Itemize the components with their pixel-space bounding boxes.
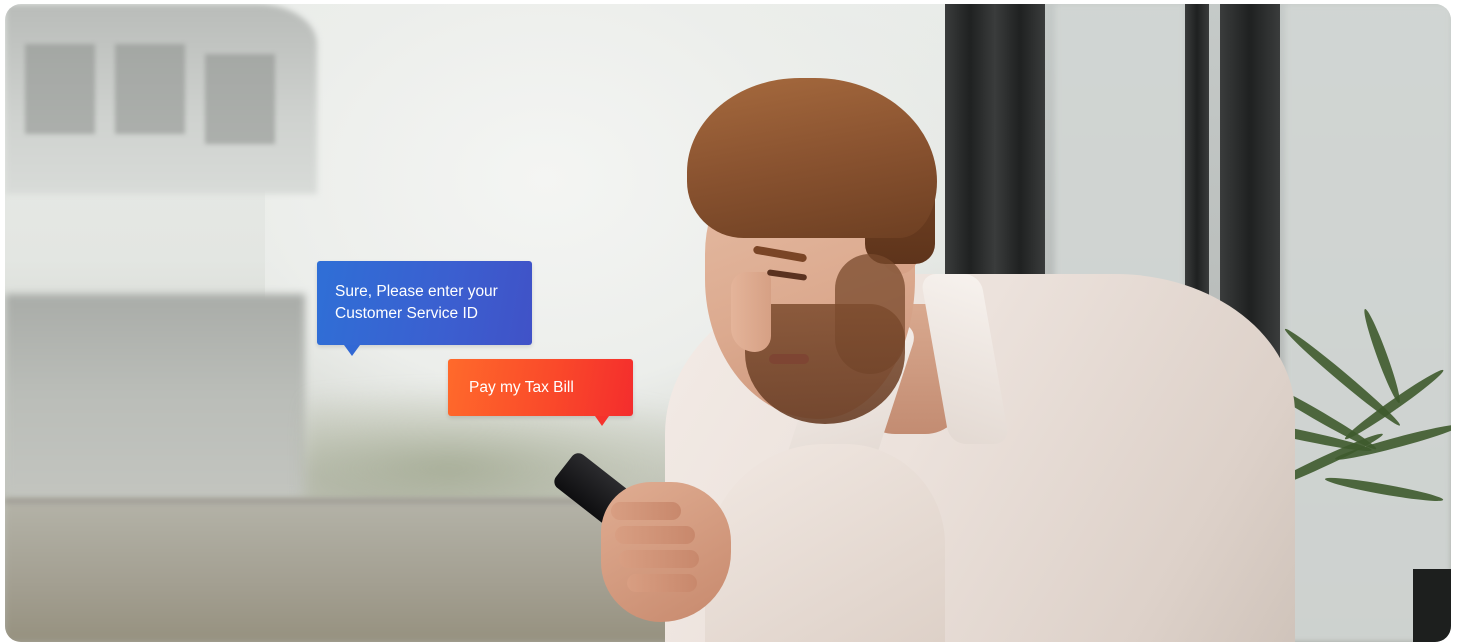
user-message-text: Pay my Tax Bill [469,379,574,396]
user-chat-bubble: Pay my Tax Bill [448,359,633,426]
bot-message-text: Sure, Please enter your Customer Service… [335,283,498,322]
building-window [25,44,95,134]
bubble-tail [344,345,360,356]
building-window [205,54,275,144]
window-mullion [945,4,995,304]
bubble-tail [595,416,609,426]
window-mullion [995,4,1045,304]
blurred-building-lower [5,294,305,494]
bot-chat-bubble: Sure, Please enter your Customer Service… [317,261,532,356]
person-nose [731,272,771,352]
plant-pot [1413,569,1451,642]
hero-photo-frame: Sure, Please enter your Customer Service… [5,4,1451,642]
building-window [115,44,185,134]
person-mouth [769,354,809,364]
